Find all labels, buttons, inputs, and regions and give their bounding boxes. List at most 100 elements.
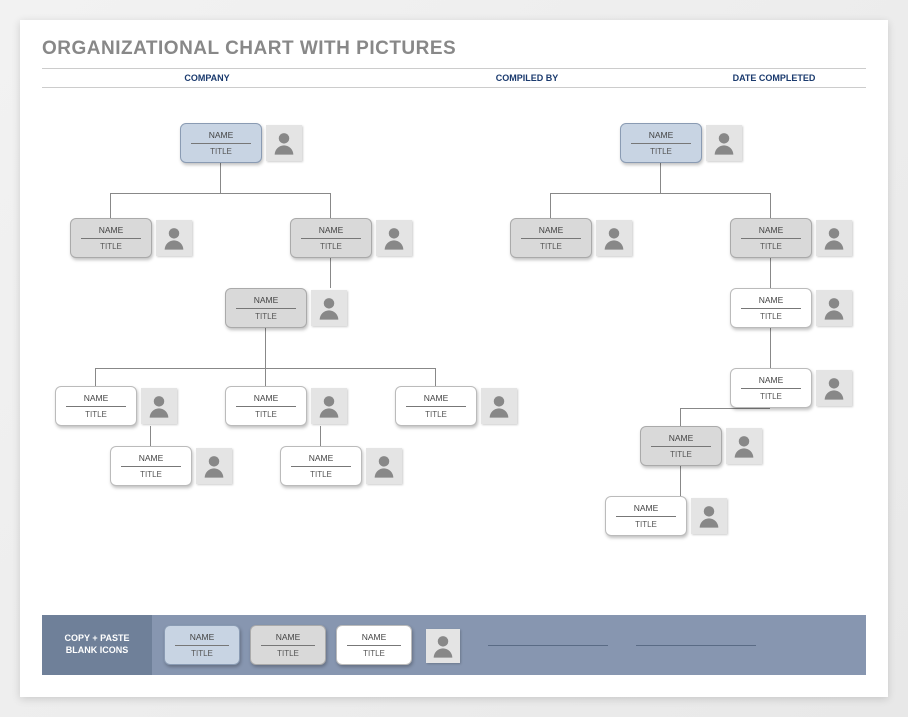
connector [680, 408, 681, 426]
template-node-white[interactable]: NAME TITLE [336, 625, 412, 665]
node-left-l2b[interactable]: NAME TITLE [290, 218, 412, 258]
person-icon [366, 448, 402, 484]
person-icon [706, 125, 742, 161]
template-connector-2[interactable] [636, 645, 756, 646]
node-left-l5a[interactable]: NAME TITLE [110, 446, 232, 486]
person-icon [726, 428, 762, 464]
node-name: NAME [236, 393, 296, 407]
page-title: ORGANIZATIONAL CHART WITH PICTURES [20, 20, 888, 68]
node-name: NAME [347, 632, 401, 646]
header-company: COMPANY [42, 73, 372, 83]
connector [330, 193, 331, 218]
node-left-l4c[interactable]: NAME TITLE [395, 386, 517, 426]
node-title: TITLE [400, 410, 472, 419]
node-title: TITLE [230, 312, 302, 321]
node-title: TITLE [75, 242, 147, 251]
node-box: NAME TITLE [180, 123, 262, 163]
node-box: NAME TITLE [55, 386, 137, 426]
footer-label-line2: BLANK ICONS [66, 645, 129, 657]
node-left-l4b[interactable]: NAME TITLE [225, 386, 347, 426]
node-box: NAME TITLE [605, 496, 687, 536]
person-icon [156, 220, 192, 256]
node-title: TITLE [341, 649, 407, 658]
node-name: NAME [406, 393, 466, 407]
node-title: TITLE [230, 410, 302, 419]
node-right-l3[interactable]: NAME TITLE [730, 288, 852, 328]
connector [110, 193, 330, 194]
node-box: NAME TITLE [225, 386, 307, 426]
template-node-blue[interactable]: NAME TITLE [164, 625, 240, 665]
node-right-l2a[interactable]: NAME TITLE [510, 218, 632, 258]
node-box: NAME TITLE [70, 218, 152, 258]
footer-label: COPY + PASTE BLANK ICONS [42, 615, 152, 675]
node-left-root[interactable]: NAME TITLE [180, 123, 302, 163]
person-icon [311, 388, 347, 424]
node-name: NAME [651, 433, 711, 447]
person-icon [816, 290, 852, 326]
node-box: NAME TITLE [640, 426, 722, 466]
node-name: NAME [741, 375, 801, 389]
node-name: NAME [741, 225, 801, 239]
node-title: TITLE [515, 242, 587, 251]
person-icon [376, 220, 412, 256]
org-chart-canvas: NAME TITLE NAME TITLE NAME TITLE NAME TI… [20, 88, 888, 578]
node-title: TITLE [60, 410, 132, 419]
connector [265, 328, 266, 368]
template-node-grey[interactable]: NAME TITLE [250, 625, 326, 665]
node-name: NAME [291, 453, 351, 467]
footer-strip: COPY + PASTE BLANK ICONS NAME TITLE NAME… [42, 615, 866, 675]
footer-label-line1: COPY + PASTE [65, 633, 130, 645]
connector [265, 368, 266, 386]
person-icon [266, 125, 302, 161]
node-box: NAME TITLE [620, 123, 702, 163]
person-icon [691, 498, 727, 534]
node-right-root[interactable]: NAME TITLE [620, 123, 742, 163]
connector [770, 328, 771, 368]
connector [660, 163, 661, 193]
node-right-l3b[interactable]: NAME TITLE [730, 368, 852, 408]
template-avatar[interactable] [426, 629, 460, 663]
connector [550, 193, 770, 194]
node-title: TITLE [735, 392, 807, 401]
connector [150, 426, 151, 446]
footer-items: NAME TITLE NAME TITLE NAME TITLE [152, 625, 756, 665]
node-name: NAME [175, 632, 229, 646]
node-right-l4[interactable]: NAME TITLE [640, 426, 762, 466]
node-name: NAME [616, 503, 676, 517]
node-box: NAME TITLE [510, 218, 592, 258]
person-icon [596, 220, 632, 256]
node-box: NAME TITLE [730, 368, 812, 408]
connector [320, 426, 321, 446]
node-name: NAME [261, 632, 315, 646]
node-left-l4a[interactable]: NAME TITLE [55, 386, 177, 426]
node-title: TITLE [185, 147, 257, 156]
node-name: NAME [191, 130, 251, 144]
node-right-l5[interactable]: NAME TITLE [605, 496, 727, 536]
connector [770, 258, 771, 288]
person-icon [311, 290, 347, 326]
template-connector-1[interactable] [488, 645, 608, 646]
node-right-l2b[interactable]: NAME TITLE [730, 218, 852, 258]
connector [110, 193, 111, 218]
person-icon [816, 220, 852, 256]
connector [330, 258, 331, 288]
node-name: NAME [121, 453, 181, 467]
person-icon [196, 448, 232, 484]
node-left-l2a[interactable]: NAME TITLE [70, 218, 192, 258]
node-name: NAME [81, 225, 141, 239]
connector [680, 466, 681, 496]
node-box: NAME TITLE [290, 218, 372, 258]
node-box: NAME TITLE [730, 218, 812, 258]
node-title: TITLE [285, 470, 357, 479]
person-icon [816, 370, 852, 406]
connector [770, 193, 771, 218]
page: ORGANIZATIONAL CHART WITH PICTURES COMPA… [20, 20, 888, 697]
node-left-l5b[interactable]: NAME TITLE [280, 446, 402, 486]
connector [680, 408, 770, 409]
node-name: NAME [741, 295, 801, 309]
node-title: TITLE [115, 470, 187, 479]
header-row: COMPANY COMPILED BY DATE COMPLETED [42, 68, 866, 88]
node-title: TITLE [735, 242, 807, 251]
node-title: TITLE [255, 649, 321, 658]
node-left-l3[interactable]: NAME TITLE [225, 288, 347, 328]
